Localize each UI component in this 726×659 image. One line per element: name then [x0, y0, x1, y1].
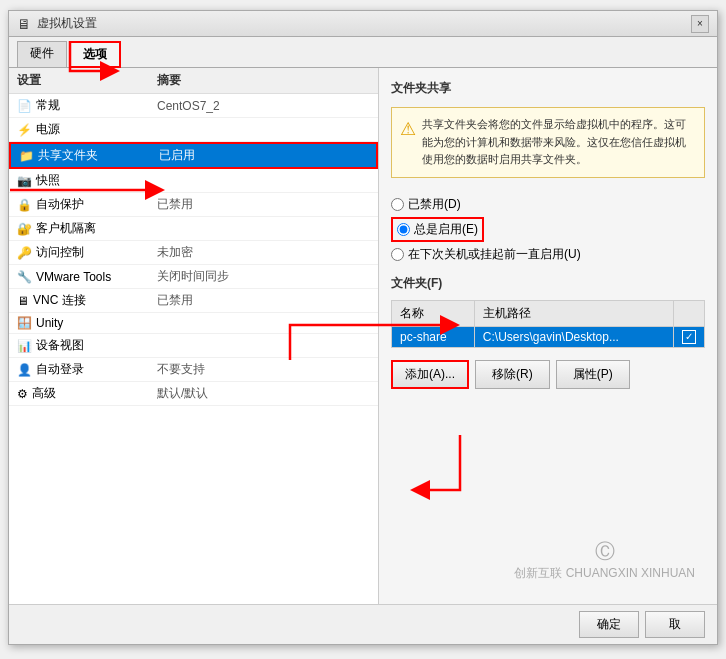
vmware-tools-label: VMware Tools — [36, 270, 111, 284]
cancel-button[interactable]: 取 — [645, 611, 705, 638]
radio-always-on-label: 总是启用(E) — [414, 221, 478, 238]
power-label: 电源 — [36, 121, 60, 138]
right-section-title: 文件夹共享 — [391, 80, 705, 97]
device-view-label: 设备视图 — [36, 337, 84, 354]
radio-always-on-input[interactable] — [397, 223, 410, 236]
advanced-icon: ⚙ — [17, 387, 28, 401]
nav-item-unity[interactable]: 🪟 Unity — [9, 313, 378, 334]
radio-until-poweroff-input[interactable] — [391, 248, 404, 261]
power-summary — [149, 127, 378, 133]
vnc-summary: 已禁用 — [149, 289, 378, 312]
device-view-icon: 📊 — [17, 339, 32, 353]
checkbox-checked: ✓ — [682, 330, 696, 344]
tab-bar: 硬件 选项 — [9, 37, 717, 68]
guest-isolation-icon: 🔐 — [17, 222, 32, 236]
nav-item-vnc[interactable]: 🖥 VNC 连接 已禁用 — [9, 289, 378, 313]
auto-protect-icon: 🔒 — [17, 198, 32, 212]
summary-header: 摘要 — [149, 68, 378, 93]
shared-folders-label: 共享文件夹 — [38, 147, 98, 164]
nav-item-access-control[interactable]: 🔑 访问控制 未加密 — [9, 241, 378, 265]
radio-group: 已禁用(D) 总是启用(E) 在下次关机或挂起前一直启用(U) — [391, 196, 705, 263]
row-checkbox[interactable]: ✓ — [674, 326, 705, 347]
action-buttons: 添加(A)... 移除(R) 属性(P) — [391, 360, 705, 389]
folders-section-title: 文件夹(F) — [391, 275, 705, 292]
access-control-icon: 🔑 — [17, 246, 32, 260]
tab-hardware[interactable]: 硬件 — [17, 41, 67, 67]
nav-item-snapshots[interactable]: 📷 快照 — [9, 169, 378, 193]
snapshots-summary — [149, 178, 378, 184]
row-name: pc-share — [392, 326, 475, 347]
warning-icon: ⚠ — [400, 116, 416, 169]
row-path: C:\Users\gavin\Desktop... — [474, 326, 673, 347]
col-path: 主机路径 — [474, 300, 673, 326]
unity-summary — [149, 320, 378, 326]
nav-item-vmware-tools[interactable]: 🔧 VMware Tools 关闭时间同步 — [9, 265, 378, 289]
auto-login-label: 自动登录 — [36, 361, 84, 378]
vmware-tools-summary: 关闭时间同步 — [149, 265, 378, 288]
general-label: 常规 — [36, 97, 60, 114]
general-summary: CentOS7_2 — [149, 96, 378, 116]
settings-header: 设置 — [9, 68, 149, 93]
dialog-title-icon: 🖥 — [17, 16, 31, 32]
watermark-text: 创新互联 CHUANGXIN XINHUAN — [514, 566, 695, 580]
nav-item-auto-protect[interactable]: 🔒 自动保护 已禁用 — [9, 193, 378, 217]
vmware-tools-icon: 🔧 — [17, 270, 32, 284]
add-button[interactable]: 添加(A)... — [391, 360, 469, 389]
snapshots-label: 快照 — [36, 172, 60, 189]
unity-icon: 🪟 — [17, 316, 32, 330]
properties-button[interactable]: 属性(P) — [556, 360, 630, 389]
ok-button[interactable]: 确定 — [579, 611, 639, 638]
nav-item-shared-folders[interactable]: 📁 共享文件夹 已启用 — [9, 142, 378, 169]
info-box: ⚠ 共享文件夹会将您的文件显示给虚拟机中的程序。这可能为您的计算机和数据带来风险… — [391, 107, 705, 178]
remove-button[interactable]: 移除(R) — [475, 360, 550, 389]
watermark: Ⓒ 创新互联 CHUANGXIN XINHUAN — [514, 537, 695, 582]
nav-item-general[interactable]: 📄 常规 CentOS7_2 — [9, 94, 378, 118]
col-name: 名称 — [392, 300, 475, 326]
nav-item-device-view[interactable]: 📊 设备视图 — [9, 334, 378, 358]
advanced-summary: 默认/默认 — [149, 382, 378, 405]
guest-isolation-label: 客户机隔离 — [36, 220, 96, 237]
radio-until-poweroff[interactable]: 在下次关机或挂起前一直启用(U) — [391, 246, 705, 263]
tab-options[interactable]: 选项 — [69, 41, 121, 68]
vnc-icon: 🖥 — [17, 294, 29, 308]
nav-item-power[interactable]: ⚡ 电源 — [9, 118, 378, 142]
access-control-label: 访问控制 — [36, 244, 84, 261]
radio-disabled-input[interactable] — [391, 198, 404, 211]
shared-folders-summary: 已启用 — [151, 144, 376, 167]
folders-table: 名称 主机路径 pc-share C:\Users\gavin\Desktop.… — [391, 300, 705, 348]
auto-protect-summary: 已禁用 — [149, 193, 378, 216]
snapshots-icon: 📷 — [17, 174, 32, 188]
radio-always-on[interactable]: 总是启用(E) — [391, 217, 484, 242]
guest-isolation-summary — [149, 226, 378, 232]
radio-disabled[interactable]: 已禁用(D) — [391, 196, 705, 213]
auto-login-summary: 不要支持 — [149, 358, 378, 381]
title-bar: 🖥 虚拟机设置 × — [9, 11, 717, 37]
radio-until-poweroff-label: 在下次关机或挂起前一直启用(U) — [408, 246, 581, 263]
auto-login-icon: 👤 — [17, 363, 32, 377]
vnc-label: VNC 连接 — [33, 292, 86, 309]
access-control-summary: 未加密 — [149, 241, 378, 264]
table-row[interactable]: pc-share C:\Users\gavin\Desktop... ✓ — [392, 326, 705, 347]
nav-item-advanced[interactable]: ⚙ 高级 默认/默认 — [9, 382, 378, 406]
general-icon: 📄 — [17, 99, 32, 113]
nav-item-auto-login[interactable]: 👤 自动登录 不要支持 — [9, 358, 378, 382]
radio-disabled-label: 已禁用(D) — [408, 196, 461, 213]
device-view-summary — [149, 343, 378, 349]
advanced-label: 高级 — [32, 385, 56, 402]
power-icon: ⚡ — [17, 123, 32, 137]
shared-folders-icon: 📁 — [19, 149, 34, 163]
dialog-title: 虚拟机设置 — [37, 15, 97, 32]
close-button[interactable]: × — [691, 15, 709, 33]
col-check — [674, 300, 705, 326]
auto-protect-label: 自动保护 — [36, 196, 84, 213]
unity-label: Unity — [36, 316, 63, 330]
nav-item-guest-isolation[interactable]: 🔐 客户机隔离 — [9, 217, 378, 241]
info-text: 共享文件夹会将您的文件显示给虚拟机中的程序。这可能为您的计算机和数据带来风险。这… — [422, 116, 696, 169]
bottom-bar: 确定 取 — [9, 604, 717, 644]
